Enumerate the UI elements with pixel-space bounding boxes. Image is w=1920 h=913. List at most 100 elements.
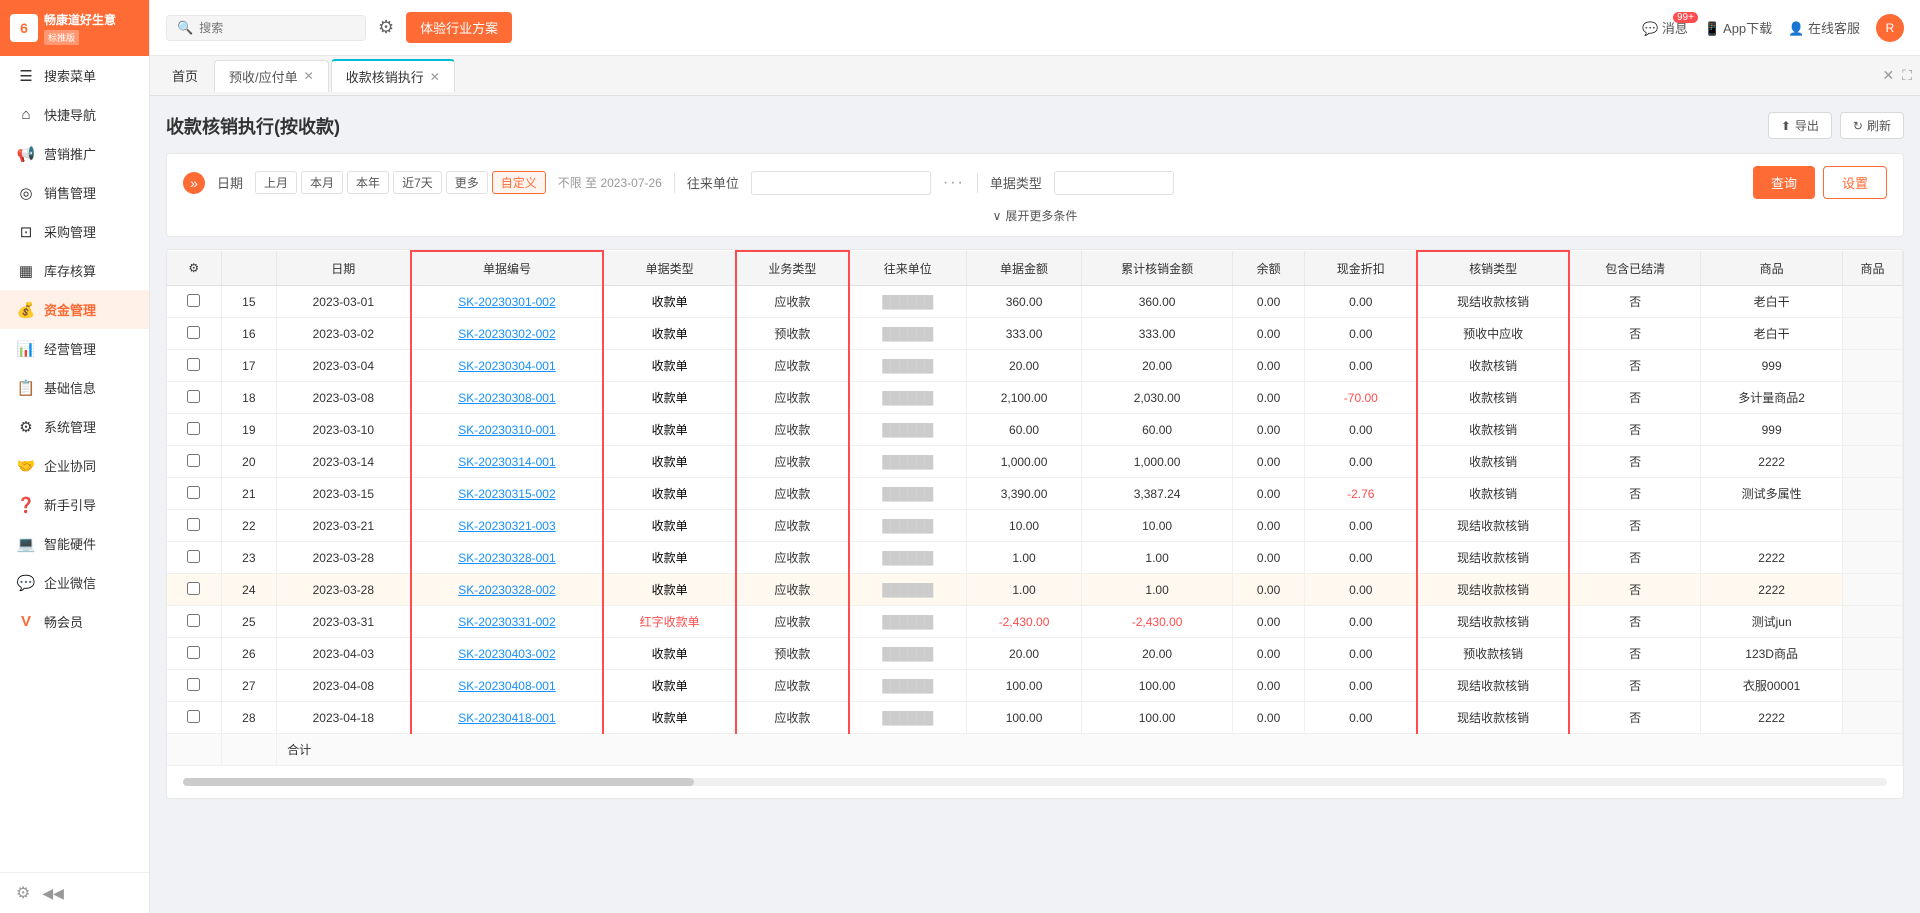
td-voucher-no[interactable]: SK-20230310-001 [411,414,604,446]
export-button[interactable]: ⬆ 导出 [1768,112,1832,139]
this-year-btn[interactable]: 本年 [347,171,389,194]
td-voucher-no[interactable]: SK-20230315-002 [411,478,604,510]
th-include-settled[interactable]: 包含已结清 [1569,251,1701,286]
filter-dots-1[interactable]: ··· [943,174,965,192]
horizontal-scrollbar[interactable] [183,778,1887,786]
voucher-link[interactable]: SK-20230331-002 [458,615,555,629]
td-checkbox[interactable] [167,350,221,382]
filter-expand-button[interactable]: » [183,172,205,194]
search-input[interactable] [199,21,355,35]
td-voucher-no[interactable]: SK-20230418-001 [411,702,604,734]
td-checkbox[interactable] [167,382,221,414]
more-dates-btn[interactable]: 更多 [446,171,488,194]
this-month-btn[interactable]: 本月 [301,171,343,194]
sidebar-item-basic[interactable]: 📋 基础信息 [0,368,149,407]
tab-close-all-icon[interactable]: ✕ [1882,67,1894,84]
th-voucher-type[interactable]: 单据类型 [603,251,735,286]
td-voucher-no[interactable]: SK-20230304-001 [411,350,604,382]
td-voucher-no[interactable]: SK-20230328-002 [411,574,604,606]
tab-prepay[interactable]: 预收/应付单 ✕ [214,60,329,92]
th-date[interactable]: 日期 [277,251,411,286]
app-download-btn[interactable]: 📱 App下载 [1704,18,1772,37]
td-voucher-no[interactable]: SK-20230408-001 [411,670,604,702]
sidebar-item-enterprise[interactable]: 🤝 企业协同 [0,446,149,485]
td-checkbox[interactable] [167,606,221,638]
voucher-link[interactable]: SK-20230418-001 [458,711,555,725]
voucher-link[interactable]: SK-20230308-001 [458,391,555,405]
online-service-btn[interactable]: 👤 在线客服 [1788,18,1860,37]
td-voucher-no[interactable]: SK-20230314-001 [411,446,604,478]
td-checkbox[interactable] [167,478,221,510]
gear-icon[interactable]: ⚙ [378,17,394,38]
settings-icon[interactable]: ⚙ [16,883,30,903]
voucher-link[interactable]: SK-20230315-002 [458,487,555,501]
sidebar-item-operations[interactable]: 📊 经营管理 [0,329,149,368]
setting-button[interactable]: 设置 [1823,166,1887,199]
th-settings[interactable]: ⚙ [167,251,221,286]
td-checkbox[interactable] [167,702,221,734]
voucher-link[interactable]: SK-20230314-001 [458,455,555,469]
th-voucher-no[interactable]: 单据编号 [411,251,604,286]
sidebar-item-member[interactable]: V 畅会员 [0,602,149,641]
td-checkbox[interactable] [167,510,221,542]
voucher-link[interactable]: SK-20230304-001 [458,359,555,373]
sidebar-item-marketing[interactable]: 📢 营销推广 [0,134,149,173]
voucher-link[interactable]: SK-20230408-001 [458,679,555,693]
th-cancel-amount[interactable]: 累计核销金额 [1082,251,1232,286]
sidebar-item-system[interactable]: ⚙ 系统管理 [0,407,149,446]
td-voucher-no[interactable]: SK-20230331-002 [411,606,604,638]
sidebar-item-hardware[interactable]: 💻 智能硬件 [0,524,149,563]
voucher-link[interactable]: SK-20230302-002 [458,327,555,341]
sidebar-item-finance[interactable]: 💰 资金管理 [0,290,149,329]
query-button[interactable]: 查询 [1753,166,1815,199]
voucher-link[interactable]: SK-20230328-002 [458,583,555,597]
th-partner[interactable]: 往来单位 [849,251,966,286]
voucher-type-select[interactable] [1054,171,1174,195]
tab-receipt-cancel[interactable]: 收款核销执行 ✕ [331,59,455,92]
refresh-button[interactable]: ↻ 刷新 [1840,112,1904,139]
td-checkbox[interactable] [167,638,221,670]
th-product2[interactable]: 商品 [1843,251,1903,286]
custom-date-btn[interactable]: 自定义 [492,171,546,194]
td-voucher-no[interactable]: SK-20230328-001 [411,542,604,574]
td-checkbox[interactable] [167,414,221,446]
tab-expand-icon[interactable]: ⛶ [1902,67,1912,84]
messages-btn[interactable]: 💬 消息 99+ [1642,18,1688,37]
sidebar-item-guide[interactable]: ❓ 新手引导 [0,485,149,524]
td-voucher-no[interactable]: SK-20230308-001 [411,382,604,414]
topbar-search-box[interactable]: 🔍 [166,15,366,41]
voucher-link[interactable]: SK-20230321-003 [458,519,555,533]
solution-button[interactable]: 体验行业方案 [406,12,512,43]
sidebar-item-search[interactable]: ☰ 搜索菜单 [0,56,149,95]
tab-home[interactable]: 首页 [158,60,212,91]
td-voucher-no[interactable]: SK-20230321-003 [411,510,604,542]
partner-input[interactable] [751,171,931,195]
last-month-btn[interactable]: 上月 [255,171,297,194]
last-7-days-btn[interactable]: 近7天 [393,171,442,194]
td-checkbox[interactable] [167,318,221,350]
collapse-icon[interactable]: ◀◀ [42,885,64,902]
tab-receipt-close[interactable]: ✕ [430,70,440,84]
voucher-link[interactable]: SK-20230403-002 [458,647,555,661]
td-checkbox[interactable] [167,574,221,606]
sidebar-item-inventory[interactable]: ▦ 库存核算 [0,251,149,290]
user-avatar[interactable]: R [1876,14,1904,42]
td-voucher-no[interactable]: SK-20230301-002 [411,286,604,318]
td-checkbox[interactable] [167,670,221,702]
voucher-link[interactable]: SK-20230328-001 [458,551,555,565]
sidebar-item-purchase[interactable]: ⊡ 采购管理 [0,212,149,251]
th-cancel-type[interactable]: 核销类型 [1417,251,1569,286]
sidebar-item-quicknav[interactable]: ⌂ 快捷导航 [0,95,149,134]
th-amount[interactable]: 单据金额 [966,251,1082,286]
th-cash-discount[interactable]: 现金折扣 [1305,251,1417,286]
voucher-link[interactable]: SK-20230301-002 [458,295,555,309]
sidebar-item-sales[interactable]: ◎ 销售管理 [0,173,149,212]
voucher-link[interactable]: SK-20230310-001 [458,423,555,437]
expand-more-btn[interactable]: ∨ 展开更多条件 [183,207,1887,224]
tab-prepay-close[interactable]: ✕ [304,69,314,83]
th-product1[interactable]: 商品 [1701,251,1843,286]
sidebar-item-wechat[interactable]: 💬 企业微信 [0,563,149,602]
td-checkbox[interactable] [167,542,221,574]
th-balance[interactable]: 余额 [1232,251,1305,286]
td-voucher-no[interactable]: SK-20230403-002 [411,638,604,670]
